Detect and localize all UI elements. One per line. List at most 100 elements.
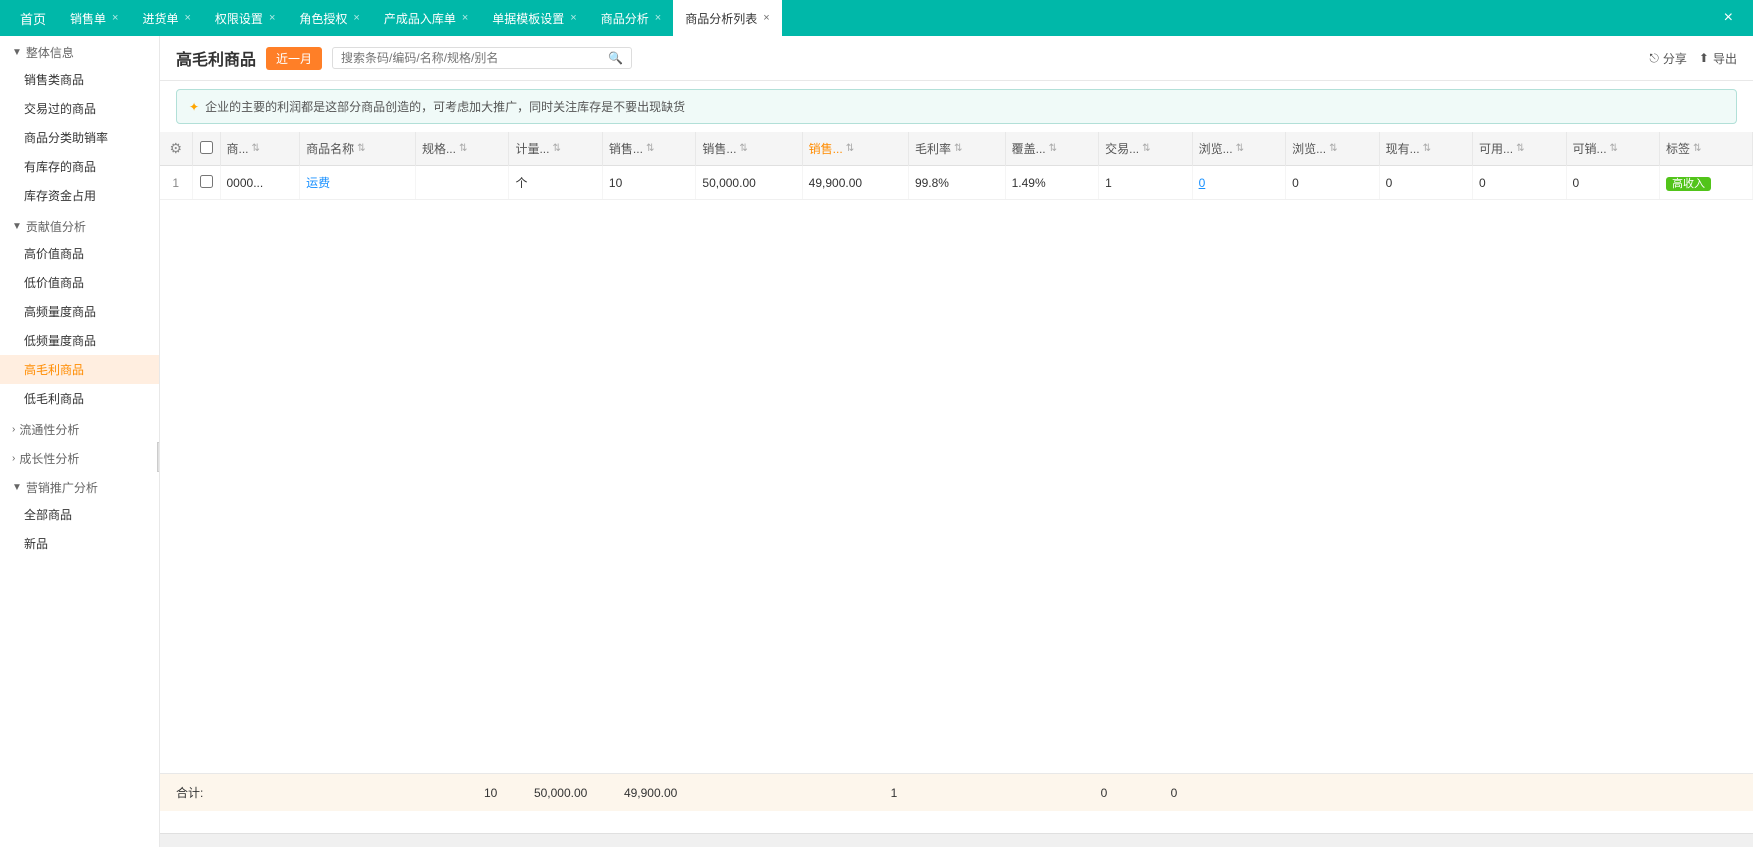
sidebar-item-new-goods[interactable]: 新品 (0, 529, 159, 558)
sidebar-group-growth[interactable]: › 成长性分析 (0, 442, 159, 471)
window-close-button[interactable]: × (1712, 9, 1745, 27)
sidebar-item-category-assist[interactable]: 商品分类助销率 (0, 123, 159, 152)
row-tag: 高收入 (1660, 166, 1753, 200)
footer-values: 10 50,000.00 49,900.00 1 0 0 (223, 786, 1183, 800)
col-settings[interactable]: ⚙ (160, 132, 192, 166)
col-tag-header[interactable]: 标签 ⇅ (1660, 132, 1753, 166)
close-analysis-list-tab[interactable]: × (763, 12, 769, 24)
close-role-tab[interactable]: × (353, 12, 359, 24)
header-actions: ⎋ 分享 ⬆ 导出 (1649, 50, 1737, 67)
cover-sort-icon: ⇅ (1049, 143, 1057, 154)
name-sort-icon: ⇅ (357, 143, 365, 154)
close-template-tab[interactable]: × (570, 12, 576, 24)
sidebar: « ▼ 整体信息 销售类商品 交易过的商品 商品分类助销率 有库存的商品 库存资… (0, 36, 160, 847)
scroll-inner (160, 834, 1753, 847)
nav-sales[interactable]: 销售单 × (58, 0, 130, 36)
footer-sales-qty (223, 786, 423, 800)
col-trade-header[interactable]: 交易... ⇅ (1099, 132, 1192, 166)
nav-role[interactable]: 角色授权 × (287, 0, 371, 36)
close-warehouse-tab[interactable]: × (462, 12, 468, 24)
close-permission-tab[interactable]: × (269, 12, 275, 24)
bottom-scrollbar[interactable] (160, 833, 1753, 847)
table-row: 1 0000... 运费 个 10 50,000.00 49,900.00 99… (160, 166, 1753, 200)
row-margin-rate: 99.8% (908, 166, 1005, 200)
sidebar-item-low-value[interactable]: 低价值商品 (0, 268, 159, 297)
nav-home[interactable]: 首页 (8, 0, 58, 36)
footer-browse2-spacer (973, 786, 1043, 800)
saleable-sort-icon: ⇅ (1610, 143, 1618, 154)
sidebar-item-high-freq-high[interactable]: 高频量度商品 (0, 297, 159, 326)
sidebar-group-marketing[interactable]: ▼ 营销推广分析 (0, 471, 159, 500)
overall-arrow: ▼ (12, 47, 22, 58)
row-browse2: 0 (1286, 166, 1379, 200)
col-sales-amount-header[interactable]: 销售... ⇅ (696, 132, 802, 166)
col-browse1-header[interactable]: 浏览... ⇅ (1192, 132, 1285, 166)
share-icon: ⎋ (1649, 51, 1659, 66)
close-sales-tab[interactable]: × (112, 12, 118, 24)
browse1-sort-icon: ⇅ (1236, 143, 1244, 154)
sidebar-item-high-margin[interactable]: 高毛利商品 (0, 355, 159, 384)
row-sales-cost: 49,900.00 (802, 166, 908, 200)
nav-warehouse[interactable]: 产成品入库单 × (372, 0, 480, 36)
nav-permission[interactable]: 权限设置 × (203, 0, 287, 36)
row-browse1: 0 (1192, 166, 1285, 200)
filter-month-btn[interactable]: 近一月 (266, 47, 322, 70)
margin-sort-icon: ⇅ (954, 143, 962, 154)
sidebar-item-low-margin[interactable]: 低毛利商品 (0, 384, 159, 413)
settings-icon[interactable]: ⚙ (169, 140, 182, 156)
info-icon: ✦ (189, 100, 199, 114)
row-unit: 个 (509, 166, 602, 200)
export-icon: ⬆ (1699, 51, 1709, 65)
footer-bar: 合计: 10 50,000.00 49,900.00 1 0 0 (160, 773, 1753, 811)
row-available: 0 (1473, 166, 1566, 200)
search-icon[interactable]: 🔍 (608, 51, 623, 65)
sidebar-group-financial[interactable]: ▼ 贡献值分析 (0, 210, 159, 239)
sidebar-item-traded-goods[interactable]: 交易过的商品 (0, 94, 159, 123)
search-input[interactable] (341, 51, 608, 65)
col-sales-qty-header[interactable]: 销售... ⇅ (602, 132, 695, 166)
row-checkbox (192, 166, 220, 200)
sidebar-item-sales-goods[interactable]: 销售类商品 (0, 65, 159, 94)
col-cover-header[interactable]: 覆盖... ⇅ (1005, 132, 1098, 166)
row-select-checkbox[interactable] (200, 175, 213, 188)
sidebar-collapse-btn[interactable]: « (157, 442, 160, 472)
share-btn[interactable]: ⎋ 分享 (1649, 50, 1687, 67)
row-saleable: 0 (1566, 166, 1659, 200)
col-saleable-header[interactable]: 可销... ⇅ (1566, 132, 1659, 166)
col-code-header[interactable]: 商... ⇅ (220, 132, 300, 166)
sidebar-group-flow[interactable]: › 流通性分析 (0, 413, 159, 442)
col-spec-header[interactable]: 规格... ⇅ (415, 132, 508, 166)
col-name-header[interactable]: 商品名称 ⇅ (300, 132, 416, 166)
sidebar-group-overall[interactable]: ▼ 整体信息 (0, 36, 159, 65)
nav-analysis-list[interactable]: 商品分析列表 × (673, 0, 781, 36)
sidebar-item-capital-occupy[interactable]: 库存资金占用 (0, 181, 159, 210)
unit-sort-icon: ⇅ (552, 143, 560, 154)
sidebar-item-high-value[interactable]: 高价值商品 (0, 239, 159, 268)
row-name[interactable]: 运费 (300, 166, 416, 200)
financial-arrow: ▼ (12, 221, 22, 232)
col-available-header[interactable]: 可用... ⇅ (1473, 132, 1566, 166)
col-margin-header[interactable]: 毛利率 ⇅ (908, 132, 1005, 166)
close-analysis-tab[interactable]: × (655, 12, 661, 24)
select-all-checkbox[interactable] (200, 141, 213, 154)
page-title: 高毛利商品 (176, 46, 256, 70)
col-sales-cost-header[interactable]: 销售... ⇅ (802, 132, 908, 166)
close-purchase-tab[interactable]: × (184, 12, 190, 24)
sales-amount-sort-icon: ⇅ (739, 143, 747, 154)
footer-sales-qty-val: 10 (423, 786, 503, 800)
export-btn[interactable]: ⬆ 导出 (1699, 50, 1737, 67)
browse1-link[interactable]: 0 (1199, 176, 1206, 190)
sidebar-item-high-freq-low[interactable]: 低频量度商品 (0, 326, 159, 355)
col-browse2-header[interactable]: 浏览... ⇅ (1286, 132, 1379, 166)
nav-template[interactable]: 单据模板设置 × (480, 0, 588, 36)
code-sort-icon: ⇅ (252, 143, 260, 154)
col-unit-header[interactable]: 计量... ⇅ (509, 132, 602, 166)
footer-browse1-spacer (903, 786, 973, 800)
top-navigation: 首页 销售单 × 进货单 × 权限设置 × 角色授权 × 产成品入库单 × 单据… (0, 0, 1753, 36)
sidebar-item-stock-goods[interactable]: 有库存的商品 (0, 152, 159, 181)
nav-analysis[interactable]: 商品分析 × (589, 0, 673, 36)
row-current-stock: 0 (1379, 166, 1472, 200)
col-current-stock-header[interactable]: 现有... ⇅ (1379, 132, 1472, 166)
nav-purchase[interactable]: 进货单 × (130, 0, 202, 36)
sidebar-item-all-goods[interactable]: 全部商品 (0, 500, 159, 529)
